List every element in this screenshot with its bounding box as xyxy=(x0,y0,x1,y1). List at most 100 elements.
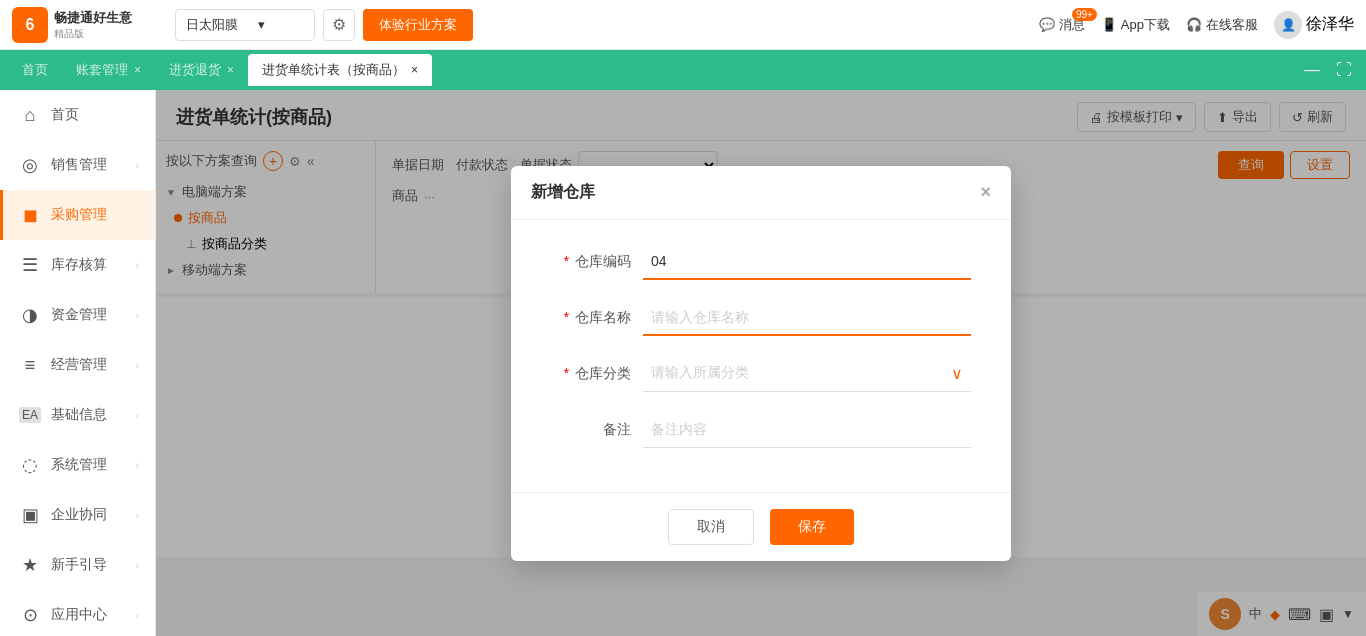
sidebar-item-basic[interactable]: EA 基础信息 › xyxy=(0,390,155,440)
modal-close-button[interactable]: × xyxy=(980,182,991,203)
sidebar-home-label: 首页 xyxy=(51,106,79,124)
chevron-right-icon-8: › xyxy=(136,560,139,571)
tab-home-label: 首页 xyxy=(22,61,48,79)
gear-icon: ⚙ xyxy=(332,15,346,34)
sidebar-inventory-label: 库存核算 xyxy=(51,256,107,274)
cancel-button[interactable]: 取消 xyxy=(668,509,754,545)
sidebar-system-label: 系统管理 xyxy=(51,456,107,474)
warehouse-category-label: * 仓库分类 xyxy=(551,365,631,383)
category-placeholder: 请输入所属分类 xyxy=(651,364,749,382)
code-label-text: 仓库编码 xyxy=(575,253,631,269)
top-actions: 💬 消息 99+ 📱 App下载 🎧 在线客服 👤 徐泽华 xyxy=(1039,11,1354,39)
tab-purchase-return-label: 进货退货 xyxy=(169,61,221,79)
operation-icon: ≡ xyxy=(19,355,41,376)
logo-title: 畅捷通好生意 xyxy=(54,9,132,27)
warehouse-name-input[interactable] xyxy=(643,300,971,336)
tab-purchase-return-close[interactable]: × xyxy=(227,63,234,77)
sidebar-basic-label: 基础信息 xyxy=(51,406,107,424)
tab-purchase-stat[interactable]: 进货单统计表（按商品） × xyxy=(248,54,432,86)
warehouse-category-select[interactable]: 请输入所属分类 ∨ xyxy=(643,356,971,392)
sidebar-app-label: 应用中心 xyxy=(51,606,107,624)
sidebar-operation-label: 经营管理 xyxy=(51,356,107,374)
logo-badge: 精品版 xyxy=(54,27,132,41)
app-label: App下载 xyxy=(1121,16,1170,34)
service-button[interactable]: 🎧 在线客服 xyxy=(1186,16,1258,34)
enterprise-icon: ▣ xyxy=(19,504,41,526)
sidebar-enterprise-label: 企业协同 xyxy=(51,506,107,524)
content-area: 进货单统计(按商品) 🖨 按模板打印 ▾ ⬆ 导出 ↺ 刷新 xyxy=(156,90,1366,636)
app-download-button[interactable]: 📱 App下载 xyxy=(1101,16,1170,34)
logo-icon: 6 xyxy=(12,7,48,43)
category-chevron-icon: ∨ xyxy=(951,364,963,383)
sidebar-item-finance[interactable]: ◑ 资金管理 › xyxy=(0,290,155,340)
warehouse-code-input[interactable] xyxy=(643,244,971,280)
modal-title: 新增仓库 xyxy=(531,182,595,203)
modal-body: * 仓库编码 * 仓库名称 xyxy=(511,220,1011,492)
chevron-right-icon: › xyxy=(136,160,139,171)
warehouse-note-input[interactable] xyxy=(643,412,971,448)
settings-button[interactable]: ⚙ xyxy=(323,9,355,41)
app-icon: ⊙ xyxy=(19,604,41,626)
chevron-right-icon-5: › xyxy=(136,410,139,421)
sidebar-item-guide[interactable]: ★ 新手引导 › xyxy=(0,540,155,590)
sidebar-item-inventory[interactable]: ☰ 库存核算 › xyxy=(0,240,155,290)
store-name: 日太阳膜 xyxy=(186,16,238,34)
new-warehouse-modal: 新增仓库 × * 仓库编码 xyxy=(511,166,1011,561)
chevron-right-icon-2: › xyxy=(136,260,139,271)
tab-purchase-stat-close[interactable]: × xyxy=(411,63,418,77)
chevron-right-icon-4: › xyxy=(136,360,139,371)
tab-purchase-stat-label: 进货单统计表（按商品） xyxy=(262,61,405,79)
tab-home[interactable]: 首页 xyxy=(8,54,62,86)
guide-icon: ★ xyxy=(19,554,41,576)
tab-account[interactable]: 账套管理 × xyxy=(62,54,155,86)
modal-footer: 取消 保存 xyxy=(511,492,1011,561)
trial-button[interactable]: 体验行业方案 xyxy=(363,9,473,41)
finance-icon: ◑ xyxy=(19,304,41,326)
top-bar: 6 畅捷通好生意 精品版 日太阳膜 ▾ ⚙ 体验行业方案 💬 消息 99+ 📱 … xyxy=(0,0,1366,50)
note-label-text: 备注 xyxy=(603,421,631,437)
sales-icon: ◎ xyxy=(19,154,41,176)
main-layout: ⌂ 首页 ◎ 销售管理 › ◼ 采购管理 ☰ 库存核算 › ◑ 资金管理 › ≡… xyxy=(0,90,1366,636)
tab-purchase-return[interactable]: 进货退货 × xyxy=(155,54,248,86)
logo-text: 畅捷通好生意 精品版 xyxy=(54,9,132,41)
warehouse-note-label: 备注 xyxy=(551,421,631,439)
user-avatar-area[interactable]: 👤 徐泽华 xyxy=(1274,11,1354,39)
basic-icon: EA xyxy=(19,407,41,423)
store-selector[interactable]: 日太阳膜 ▾ xyxy=(175,9,315,41)
chevron-down-icon: ▾ xyxy=(258,17,265,32)
sidebar-guide-label: 新手引导 xyxy=(51,556,107,574)
purchase-icon: ◼ xyxy=(19,204,41,226)
sidebar-item-operation[interactable]: ≡ 经营管理 › xyxy=(0,340,155,390)
required-star-1: * xyxy=(564,253,569,269)
inventory-icon: ☰ xyxy=(19,254,41,276)
sidebar-item-enterprise[interactable]: ▣ 企业协同 › xyxy=(0,490,155,540)
username-label: 徐泽华 xyxy=(1306,14,1354,35)
tab-controls: — ⛶ xyxy=(1298,59,1358,81)
save-button[interactable]: 保存 xyxy=(770,509,854,545)
category-label-text: 仓库分类 xyxy=(575,365,631,381)
sidebar-item-sales[interactable]: ◎ 销售管理 › xyxy=(0,140,155,190)
headset-icon: 🎧 xyxy=(1186,17,1202,32)
warehouse-code-label: * 仓库编码 xyxy=(551,253,631,271)
required-star-2: * xyxy=(564,309,569,325)
message-badge: 99+ xyxy=(1072,8,1097,21)
sidebar-finance-label: 资金管理 xyxy=(51,306,107,324)
name-label-text: 仓库名称 xyxy=(575,309,631,325)
warehouse-name-label: * 仓库名称 xyxy=(551,309,631,327)
fullscreen-tab-button[interactable]: ⛶ xyxy=(1330,59,1358,81)
sidebar-item-home[interactable]: ⌂ 首页 xyxy=(0,90,155,140)
chevron-right-icon-6: › xyxy=(136,460,139,471)
sidebar-item-app[interactable]: ⊙ 应用中心 › xyxy=(0,590,155,636)
chevron-right-icon-3: › xyxy=(136,310,139,321)
minimize-tab-button[interactable]: — xyxy=(1298,59,1326,81)
modal-overlay[interactable]: 新增仓库 × * 仓库编码 xyxy=(156,90,1366,636)
message-button[interactable]: 💬 消息 99+ xyxy=(1039,16,1085,34)
chevron-right-icon-7: › xyxy=(136,510,139,521)
sidebar-item-purchase[interactable]: ◼ 采购管理 xyxy=(0,190,155,240)
tab-account-close[interactable]: × xyxy=(134,63,141,77)
warehouse-name-row: * 仓库名称 xyxy=(551,300,971,336)
home-icon: ⌂ xyxy=(19,105,41,126)
service-label: 在线客服 xyxy=(1206,16,1258,34)
sidebar-sales-label: 销售管理 xyxy=(51,156,107,174)
sidebar-item-system[interactable]: ◌ 系统管理 › xyxy=(0,440,155,490)
